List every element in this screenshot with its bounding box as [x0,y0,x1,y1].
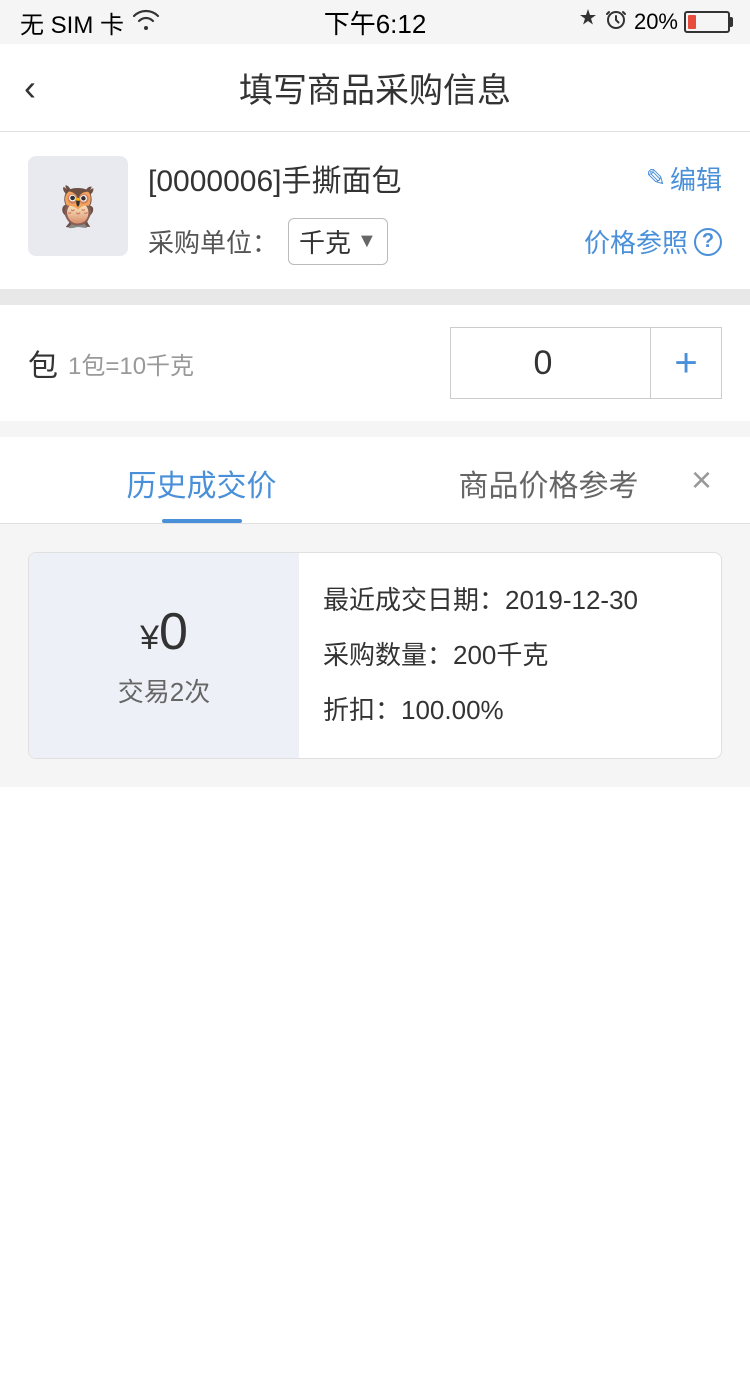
product-icon: 🦉 [53,183,103,230]
qty-label: 采购数量： [323,640,453,670]
tab-history-price[interactable]: 历史成交价 [28,437,375,523]
history-card: ¥0 交易2次 最近成交日期：2019-12-30 采购数量：200千克 折扣：… [28,552,722,759]
bottom-space [0,787,750,1387]
unit-label: 采购单位： [148,223,278,260]
close-button[interactable]: × [681,449,722,511]
edit-label: 编辑 [670,160,722,197]
product-info: [0000006]手撕面包 ✎ 编辑 采购单位： 千克 ▼ 价格参照 ? [148,156,722,265]
page-title: 填写商品采购信息 [239,63,511,112]
quantity-input-wrap: + [450,327,722,399]
status-right: 20% [578,7,730,37]
discount-label: 折扣： [323,695,401,725]
info-icon: ? [694,228,722,256]
history-details-panel: 最近成交日期：2019-12-30 采购数量：200千克 折扣：100.00% [299,553,721,758]
gps-icon [578,7,598,37]
product-thumbnail: 🦉 [28,156,128,256]
trades-label: 交易2次 [118,672,210,709]
tab-history-price-label: 历史成交价 [127,470,277,503]
history-section: ¥0 交易2次 最近成交日期：2019-12-30 采购数量：200千克 折扣：… [0,524,750,787]
carrier-label: 无 SIM 卡 [20,5,124,40]
section-divider [0,289,750,305]
chevron-down-icon: ▼ [357,230,377,253]
price-value: 0 [159,603,188,661]
qty-value: 200千克 [453,640,548,670]
back-button[interactable]: ‹ [24,67,36,109]
product-header: 🦉 [0000006]手撕面包 ✎ 编辑 采购单位： 千克 ▼ [28,156,722,265]
unit-selector-group: 采购单位： 千克 ▼ [148,218,388,265]
quantity-row: 包 1包=10千克 + [0,305,750,421]
detail-date-row: 最近成交日期：2019-12-30 [323,581,697,620]
tabs-bar: 历史成交价 商品价格参考 × [0,437,750,524]
detail-qty-row: 采购数量：200千克 [323,636,697,675]
status-bar: 无 SIM 卡 下午6:12 20% [0,0,750,44]
quantity-plus-button[interactable]: + [650,327,722,399]
price-ref-label: 价格参照 [584,223,688,260]
nav-bar: ‹ 填写商品采购信息 [0,44,750,132]
tab-product-price-ref[interactable]: 商品价格参考 [375,437,722,523]
battery-pct: 20% [634,9,678,35]
product-card: 🦉 [0000006]手撕面包 ✎ 编辑 采购单位： 千克 ▼ [0,132,750,289]
battery-fill [688,15,696,29]
edit-button[interactable]: ✎ 编辑 [646,160,722,197]
unit-select[interactable]: 千克 ▼ [288,218,388,265]
quantity-input[interactable] [450,327,650,399]
history-price-panel: ¥0 交易2次 [29,553,299,758]
battery-icon [684,11,730,33]
date-value: 2019-12-30 [505,585,638,615]
edit-icon: ✎ [646,164,666,193]
quantity-sub-label: 1包=10千克 [68,346,194,381]
tab-product-price-ref-label: 商品价格参考 [459,470,639,503]
product-name: [0000006]手撕面包 [148,156,401,200]
history-price-display: ¥0 [140,602,188,662]
status-center: 下午6:12 [324,4,427,41]
discount-value: 100.00% [401,695,504,725]
unit-row: 采购单位： 千克 ▼ 价格参照 ? [148,218,722,265]
quantity-unit: 包 [28,341,58,385]
alarm-icon [604,7,628,37]
currency-symbol: ¥ [140,619,159,657]
unit-value: 千克 [299,223,351,260]
status-left: 无 SIM 卡 [20,5,160,40]
detail-discount-row: 折扣：100.00% [323,691,697,730]
quantity-label-wrap: 包 1包=10千克 [28,341,194,385]
date-label: 最近成交日期： [323,585,505,615]
price-ref-button[interactable]: 价格参照 ? [584,223,722,260]
product-title-row: [0000006]手撕面包 ✎ 编辑 [148,156,722,200]
wifi-icon [132,8,160,37]
